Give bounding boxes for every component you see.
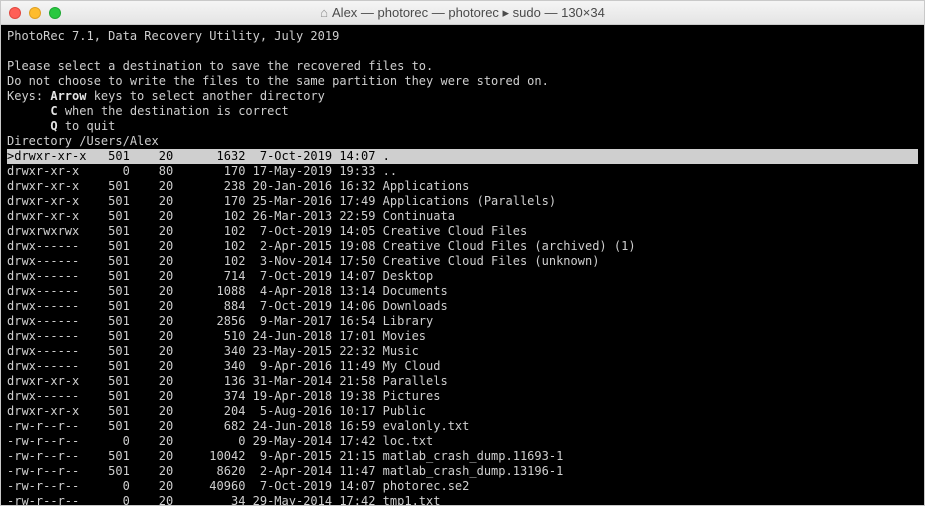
blank-line bbox=[7, 44, 918, 59]
keys-q-line: Q to quit bbox=[7, 119, 918, 134]
list-item[interactable]: drwx------ 501 20 340 9-Apr-2016 11:49 M… bbox=[7, 359, 918, 374]
arrow-key-label: Arrow bbox=[50, 89, 86, 103]
minimize-icon[interactable] bbox=[29, 7, 41, 19]
titlebar[interactable]: ⌂ Alex — photorec — photorec ▸ sudo — 130… bbox=[1, 1, 924, 25]
list-item[interactable]: drwx------ 501 20 714 7-Oct-2019 14:07 D… bbox=[7, 269, 918, 284]
directory-line: Directory /Users/Alex bbox=[7, 134, 918, 149]
list-item[interactable]: drwx------ 501 20 340 23-May-2015 22:32 … bbox=[7, 344, 918, 359]
instructions-line-1: Please select a destination to save the … bbox=[7, 59, 918, 74]
list-item[interactable]: -rw-r--r-- 0 20 40960 7-Oct-2019 14:07 p… bbox=[7, 479, 918, 494]
close-icon[interactable] bbox=[9, 7, 21, 19]
terminal-body[interactable]: PhotoRec 7.1, Data Recovery Utility, Jul… bbox=[1, 25, 924, 505]
keys-c-line: C when the destination is correct bbox=[7, 104, 918, 119]
list-item[interactable]: -rw-r--r-- 501 20 8620 2-Apr-2014 11:47 … bbox=[7, 464, 918, 479]
list-item[interactable]: drwxr-xr-x 501 20 136 31-Mar-2014 21:58 … bbox=[7, 374, 918, 389]
terminal-window: ⌂ Alex — photorec — photorec ▸ sudo — 130… bbox=[0, 0, 925, 506]
app-header: PhotoRec 7.1, Data Recovery Utility, Jul… bbox=[7, 29, 918, 44]
list-item[interactable]: drwxrwxrwx 501 20 102 7-Oct-2019 14:05 C… bbox=[7, 224, 918, 239]
list-item[interactable]: -rw-r--r-- 501 20 10042 9-Apr-2015 21:15… bbox=[7, 449, 918, 464]
zoom-icon[interactable] bbox=[49, 7, 61, 19]
keys-arrow-line: Keys: Arrow keys to select another direc… bbox=[7, 89, 918, 104]
list-item[interactable]: -rw-r--r-- 0 20 0 29-May-2014 17:42 loc.… bbox=[7, 434, 918, 449]
list-item[interactable]: -rw-r--r-- 501 20 682 24-Jun-2018 16:59 … bbox=[7, 419, 918, 434]
list-item[interactable]: drwxr-xr-x 501 20 238 20-Jan-2016 16:32 … bbox=[7, 179, 918, 194]
list-item[interactable]: drwx------ 501 20 374 19-Apr-2018 19:38 … bbox=[7, 389, 918, 404]
list-item[interactable]: drwx------ 501 20 102 2-Apr-2015 19:08 C… bbox=[7, 239, 918, 254]
instructions-line-2: Do not choose to write the files to the … bbox=[7, 74, 918, 89]
list-item[interactable]: >drwxr-xr-x 501 20 1632 7-Oct-2019 14:07… bbox=[7, 149, 918, 164]
c-key-label: C bbox=[50, 104, 57, 118]
list-item[interactable]: -rw-r--r-- 0 20 34 29-May-2014 17:42 tmp… bbox=[7, 494, 918, 505]
list-item[interactable]: drwxr-xr-x 0 80 170 17-May-2019 19:33 .. bbox=[7, 164, 918, 179]
list-item[interactable]: drwx------ 501 20 510 24-Jun-2018 17:01 … bbox=[7, 329, 918, 344]
list-item[interactable]: drwx------ 501 20 1088 4-Apr-2018 13:14 … bbox=[7, 284, 918, 299]
traffic-lights bbox=[9, 7, 61, 19]
home-icon: ⌂ bbox=[320, 5, 328, 20]
current-directory-path: /Users/Alex bbox=[79, 134, 158, 148]
list-item[interactable]: drwx------ 501 20 2856 9-Mar-2017 16:54 … bbox=[7, 314, 918, 329]
directory-listing[interactable]: >drwxr-xr-x 501 20 1632 7-Oct-2019 14:07… bbox=[7, 149, 918, 505]
q-key-label: Q bbox=[50, 119, 57, 133]
window-title: ⌂ Alex — photorec — photorec ▸ sudo — 130… bbox=[61, 5, 864, 21]
list-item[interactable]: drwx------ 501 20 884 7-Oct-2019 14:06 D… bbox=[7, 299, 918, 314]
list-item[interactable]: drwxr-xr-x 501 20 170 25-Mar-2016 17:49 … bbox=[7, 194, 918, 209]
list-item[interactable]: drwxr-xr-x 501 20 204 5-Aug-2016 10:17 P… bbox=[7, 404, 918, 419]
list-item[interactable]: drwx------ 501 20 102 3-Nov-2014 17:50 C… bbox=[7, 254, 918, 269]
window-title-text: Alex — photorec — photorec ▸ sudo — 130×… bbox=[332, 5, 605, 20]
list-item[interactable]: drwxr-xr-x 501 20 102 26-Mar-2013 22:59 … bbox=[7, 209, 918, 224]
